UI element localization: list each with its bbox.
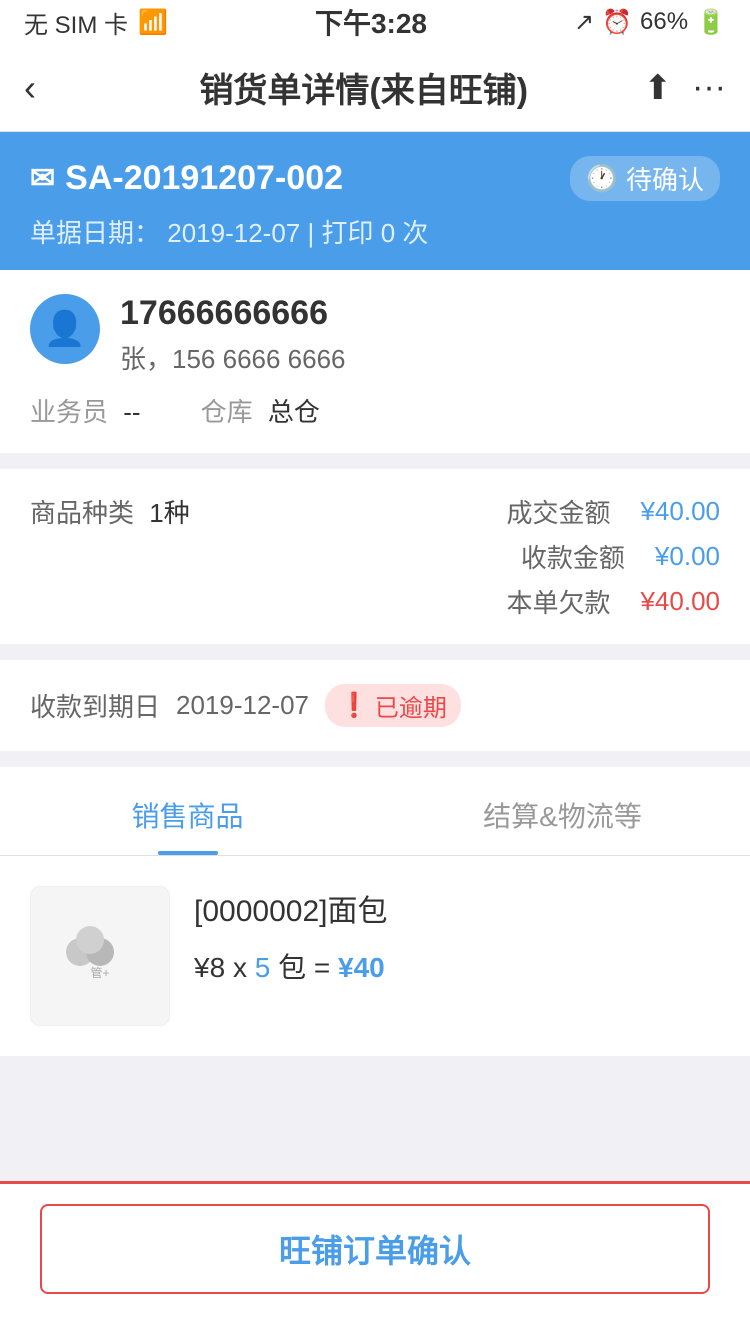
status-bar: 无 SIM 卡 📶 下午3:28 ↗ ⏰ 66% 🔋 (0, 0, 750, 44)
equals-sign: = (314, 952, 330, 983)
overdue-badge: ❗ 已逾期 (325, 684, 461, 727)
battery-icon: 🔋 (696, 8, 726, 37)
product-total: ¥40 (338, 952, 385, 983)
order-date-label: 单据日期： (30, 218, 160, 248)
status-time: 下午3:28 (315, 2, 427, 42)
product-price: ¥8 x 5 包 = ¥40 (194, 946, 720, 986)
payment-value: ¥0.00 (655, 541, 720, 572)
product-code: [0000002] (194, 895, 327, 928)
customer-section: 👤 17666666666 张，156 6666 6666 业务员 -- 仓库 … (0, 270, 750, 453)
customer-details: 17666666666 张，156 6666 6666 (120, 294, 720, 376)
summary-left: 商品种类 1种 (30, 493, 190, 530)
order-status-text: 待确认 (626, 160, 704, 197)
multiply-sign: x (233, 952, 247, 983)
product-thumbnail: 管+ (30, 886, 170, 1026)
order-status: 🕐 待确认 (570, 156, 720, 201)
product-type: 商品种类 1种 (30, 493, 190, 530)
status-right: ↗ ⏰ 66% 🔋 (574, 8, 726, 37)
wifi-icon: 📶 (138, 8, 168, 37)
order-print-count: 0 (381, 218, 395, 248)
customer-name: 张，156 6666 6666 (120, 339, 720, 376)
order-print-label: | 打印 (307, 218, 373, 248)
price-unit: ¥8 (194, 952, 225, 983)
back-button[interactable]: ‹ (24, 67, 84, 109)
share-icon[interactable]: ⬆ (644, 68, 673, 108)
order-date: 单据日期： 2019-12-07 | 打印 0 次 (30, 213, 720, 250)
order-date-value: 2019-12-07 (167, 218, 300, 248)
order-id: ✉ SA-20191207-002 (30, 159, 343, 198)
debt-label: 本单欠款 (506, 583, 610, 620)
customer-phone[interactable]: 17666666666 (120, 294, 720, 333)
due-date-value: 2019-12-07 (176, 690, 309, 721)
alarm-icon: ⏰ (602, 8, 632, 37)
clock-icon: 🕐 (586, 163, 618, 194)
order-print-suffix: 次 (402, 218, 428, 248)
more-icon[interactable]: ··· (692, 68, 726, 107)
tab-settlement-label: 结算&物流等 (483, 801, 642, 832)
order-envelope-icon: ✉ (30, 161, 55, 196)
customer-meta: 业务员 -- 仓库 总仓 (30, 392, 720, 429)
debt-value: ¥40.00 (640, 586, 720, 617)
nav-bar: ‹ 销货单详情(来自旺铺) ⬆ ··· (0, 44, 750, 132)
product-unit: 包 (278, 952, 306, 983)
product-name: [0000002]面包 (194, 886, 720, 930)
debt-row: 本单欠款 ¥40.00 (506, 583, 720, 620)
tabs: 销售商品 结算&物流等 (0, 767, 750, 856)
warning-icon: ❗ (339, 691, 369, 720)
warehouse-value: 总仓 (268, 397, 320, 427)
tab-products-label: 销售商品 (131, 801, 243, 832)
payment-row: 收款金额 ¥0.00 (521, 538, 720, 575)
due-section: 收款到期日 2019-12-07 ❗ 已逾期 (0, 660, 750, 751)
avatar-icon: 👤 (44, 309, 86, 349)
payment-label: 收款金额 (521, 538, 625, 575)
product-info: [0000002]面包 ¥8 x 5 包 = ¥40 (194, 886, 720, 986)
product-qty: 5 (255, 952, 271, 983)
status-left: 无 SIM 卡 📶 (24, 5, 168, 40)
summary-section: 商品种类 1种 成交金额 ¥40.00 收款金额 ¥0.00 本单欠款 ¥40.… (0, 469, 750, 644)
amount-row: 成交金额 ¥40.00 (506, 493, 720, 530)
order-header: ✉ SA-20191207-002 🕐 待确认 单据日期： 2019-12-07… (0, 132, 750, 270)
product-item: 管+ [0000002]面包 ¥8 x 5 包 = ¥40 (30, 886, 720, 1026)
confirm-button-label: 旺铺订单确认 (279, 1226, 471, 1272)
page-title: 销货单详情(来自旺铺) (199, 63, 528, 112)
svg-text:管+: 管+ (90, 965, 109, 980)
bottom-bar: 旺铺订单确认 (0, 1181, 750, 1334)
product-thumb-icon: 管+ (60, 922, 140, 991)
sales-value: -- (123, 397, 140, 427)
amount-value: ¥40.00 (640, 496, 720, 527)
order-id-text: SA-20191207-002 (65, 159, 343, 198)
battery-text: 66% (640, 8, 688, 36)
warehouse-label: 仓库 (201, 397, 253, 427)
summary-right: 成交金额 ¥40.00 收款金额 ¥0.00 本单欠款 ¥40.00 (506, 493, 720, 620)
no-sim-text: 无 SIM 卡 (24, 5, 128, 40)
sales-label: 业务员 (30, 397, 108, 427)
product-section: 管+ [0000002]面包 ¥8 x 5 包 = ¥40 (0, 856, 750, 1056)
overdue-text: 已逾期 (375, 688, 447, 723)
location-icon: ↗ (574, 8, 594, 37)
warehouse: 仓库 总仓 (201, 392, 320, 429)
confirm-order-button[interactable]: 旺铺订单确认 (40, 1204, 710, 1294)
tab-settlement[interactable]: 结算&物流等 (375, 767, 750, 855)
type-value: 1种 (149, 498, 189, 528)
nav-actions: ⬆ ··· (644, 68, 726, 108)
tab-products[interactable]: 销售商品 (0, 767, 375, 855)
type-label: 商品种类 (30, 498, 134, 528)
sales-person: 业务员 -- (30, 392, 141, 429)
product-title: 面包 (327, 895, 387, 928)
due-date-label: 收款到期日 (30, 687, 160, 724)
customer-avatar: 👤 (30, 294, 100, 364)
amount-label: 成交金额 (506, 493, 610, 530)
